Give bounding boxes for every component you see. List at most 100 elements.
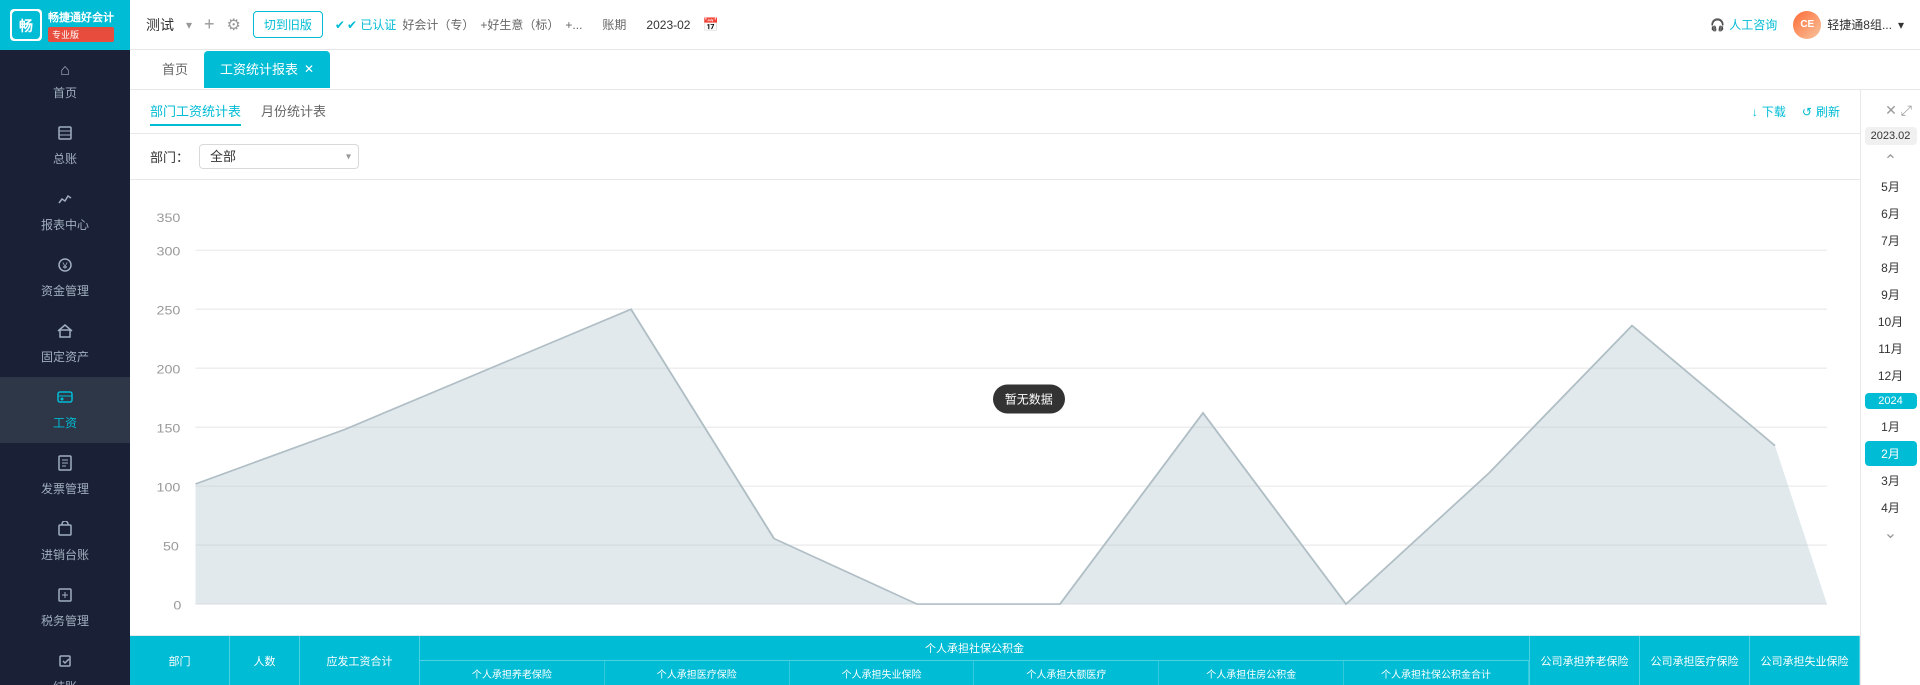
th-personal-housing-fund: 个人承担住房公积金 [1159,661,1344,685]
filter-dept-select[interactable]: 全部 [199,144,359,169]
panel-expand-icon[interactable]: ⤢ [1901,102,1912,119]
sidebar-item-close[interactable]: 结账 [0,641,130,685]
th-company-unemployment: 公司承担失业保险 [1750,636,1860,685]
filter-dept-wrapper: 全部 ▾ [199,144,359,169]
switch-version-button[interactable]: 切到旧版 [253,11,323,38]
topbar-badges: ✔ ✔ 已认证 好会计（专） +好生意（标） +... [335,16,583,33]
sidebar-item-label: 发票管理 [41,480,89,497]
month-2-2024[interactable]: 2月 [1865,441,1917,466]
topbar-add-button[interactable]: + [204,14,215,35]
sub-tab-monthly-label: 月份统计表 [261,104,326,119]
th-personal-serious-illness: 个人承担大额医疗 [974,661,1159,685]
topbar-settings-button[interactable]: ⚙ [227,15,241,35]
th-personal-medical: 个人承担医疗保险 [605,661,790,685]
tab-home[interactable]: 首页 [146,51,204,88]
month-12[interactable]: 12月 [1865,363,1917,388]
sub-tab-dept[interactable]: 部门工资统计表 [150,97,241,126]
sidebar-item-label: 资金管理 [41,282,89,299]
svg-text:0: 0 [173,599,181,613]
month-8[interactable]: 8月 [1865,255,1917,280]
tab-salary-report[interactable]: 工资统计报表 ✕ [204,51,330,88]
filter-dept-label: 部门： [150,147,189,166]
salary-icon [57,389,73,410]
month-6[interactable]: 6月 [1865,201,1917,226]
tab-close-button[interactable]: ✕ [304,62,314,76]
chart-tooltip: 暂无数据 [993,385,1065,414]
content-area: 部门工资统计表 月份统计表 ↓ 下载 ↺ 刷新 [130,90,1920,685]
sidebar-item-purchase[interactable]: 进销台账 [0,509,130,575]
th-company-pension: 公司承担养老保险 [1530,636,1640,685]
certified-badge: ✔ ✔ 已认证 [335,16,396,33]
th-dept: 部门 [130,636,230,685]
sidebar-item-label: 进销台账 [41,546,89,563]
refresh-button[interactable]: ↺ 刷新 [1802,103,1840,120]
reports-icon [57,191,73,212]
right-panel-header: ✕ ⤢ [1865,98,1916,123]
th-personal-total: 个人承担社保公积金合计 [1344,661,1529,685]
user-menu[interactable]: CE 轻捷通8组... ▾ [1793,11,1904,39]
download-icon: ↓ [1752,105,1758,119]
product-badge1: 好会计（专） [402,16,474,33]
headset-icon: 🎧 [1710,18,1725,32]
assets-icon [57,323,73,344]
app-logo: 畅 畅捷通好会计 专业版 [0,0,130,50]
month-1-2024[interactable]: 1月 [1865,414,1917,439]
svg-text:250: 250 [157,304,181,318]
download-label: 下载 [1762,103,1786,120]
product-badge3: +... [565,18,582,32]
sidebar-item-assets[interactable]: 固定资产 [0,311,130,377]
sub-tab-monthly[interactable]: 月份统计表 [261,97,326,126]
nav-down-arrow[interactable]: ⌄ [1884,523,1897,543]
period-value: 2023-02 [646,18,690,32]
sidebar-nav: ⌂ 首页 总账 报表中心 ¥ 资金管理 固定资产 [0,50,130,685]
th-group-personal-social: 个人承担社保公积金 个人承担养老保险 个人承担医疗保险 个人承担失业保险 个人承… [420,636,1530,685]
topbar-title: 测试 [146,15,174,35]
download-button[interactable]: ↓ 下载 [1752,103,1786,120]
month-11[interactable]: 11月 [1865,336,1917,361]
month-4-2024[interactable]: 4月 [1865,495,1917,520]
year-2024-label: 2024 [1865,393,1917,409]
right-panel: ✕ ⤢ 2023.02 ⌃ 5月 6月 7月 8月 9月 10月 11月 12月… [1860,90,1920,685]
main-content: 测试 ▾ + ⚙ 切到旧版 ✔ ✔ 已认证 好会计（专） +好生意（标） +..… [130,0,1920,685]
panel-close-icon[interactable]: ✕ [1885,102,1897,119]
month-9[interactable]: 9月 [1865,282,1917,307]
app-name: 畅捷通好会计 [48,9,114,25]
topbar-dropdown-arrow[interactable]: ▾ [186,18,192,32]
sidebar-item-reports[interactable]: 报表中心 [0,179,130,245]
topbar: 测试 ▾ + ⚙ 切到旧版 ✔ ✔ 已认证 好会计（专） +好生意（标） +..… [130,0,1920,50]
sidebar-item-ledger[interactable]: 总账 [0,113,130,179]
tabs-bar: 首页 工资统计报表 ✕ [130,50,1920,90]
check-icon: ✔ [335,18,345,32]
month-5[interactable]: 5月 [1865,174,1917,199]
sidebar-item-funds[interactable]: ¥ 资金管理 [0,245,130,311]
purchase-icon [57,521,73,542]
month-10[interactable]: 10月 [1865,309,1917,334]
user-dropdown-arrow: ▾ [1898,18,1904,32]
chart-area: 0 50 100 150 200 250 300 350 [130,180,1860,635]
th-group-personal-label: 个人承担社保公积金 [420,636,1529,661]
sidebar-item-label: 结账 [53,678,77,685]
svg-text:100: 100 [157,481,181,495]
nav-up-arrow[interactable]: ⌃ [1884,151,1897,171]
close-books-icon [57,653,73,674]
home-icon: ⌂ [60,62,70,80]
month-3-2024[interactable]: 3月 [1865,468,1917,493]
sidebar-item-invoice[interactable]: 发票管理 [0,443,130,509]
sidebar-item-tax[interactable]: 税务管理 [0,575,130,641]
invoice-icon [57,455,73,476]
th-count: 人数 [230,636,300,685]
th-group-personal-cells: 个人承担养老保险 个人承担医疗保险 个人承担失业保险 个人承担大额医疗 个人承担… [420,661,1529,685]
sidebar-item-label: 报表中心 [41,216,89,233]
help-button[interactable]: 🎧 人工咨询 [1710,16,1777,33]
topbar-right: 🎧 人工咨询 CE 轻捷通8组... ▾ [1710,11,1904,39]
th-personal-unemployment: 个人承担失业保险 [790,661,975,685]
calendar-icon[interactable]: 📅 [702,17,718,33]
funds-icon: ¥ [57,257,73,278]
sidebar-item-salary[interactable]: 工资 [0,377,130,443]
month-7[interactable]: 7月 [1865,228,1917,253]
sidebar: 畅 畅捷通好会计 专业版 ⌂ 首页 总账 报表中心 ¥ [0,0,130,685]
table-footer: 部门 人数 应发工资合计 个人承担社保公积金 个人承担养老保险 个人承担医疗保险… [130,635,1860,685]
sidebar-item-home[interactable]: ⌂ 首页 [0,50,130,113]
svg-text:150: 150 [157,422,181,436]
sub-tabs-actions: ↓ 下载 ↺ 刷新 [1752,103,1840,120]
